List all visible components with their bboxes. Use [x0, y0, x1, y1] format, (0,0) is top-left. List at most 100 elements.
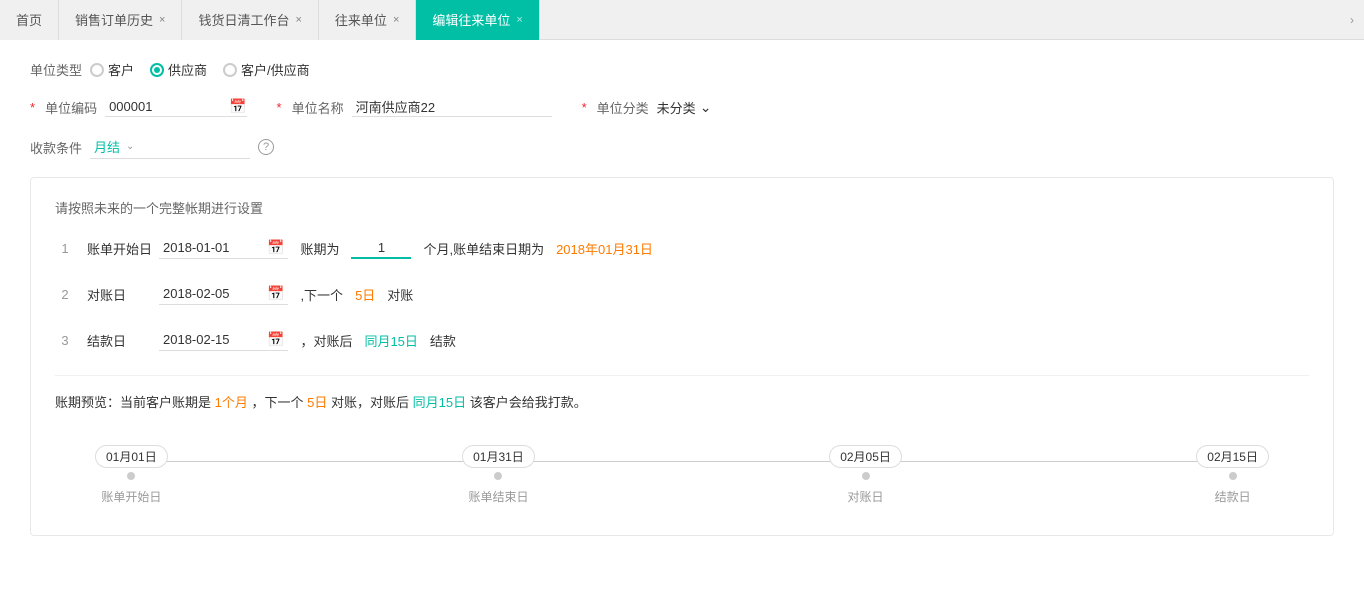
timeline-point-1: 01月01日 账单开始日: [95, 445, 168, 505]
unit-type-radio-group: 客户 供应商 客户/供应商: [90, 60, 310, 79]
config-row-2: 2 对账日 📅 ,下一个 5日 对账: [55, 283, 1309, 305]
tab-sales-history-label: 销售订单历史: [75, 10, 153, 29]
tab-sales-history-close[interactable]: ×: [159, 14, 165, 26]
config-row-2-num: 2: [55, 287, 75, 302]
radio-both-label: 客户/供应商: [241, 60, 310, 79]
main-content: 单位类型 客户 供应商 客户/供应商 * 单位编码: [0, 40, 1364, 608]
payment-condition-field: 收款条件 月结 ⌄ ?: [30, 135, 274, 159]
config-row-2-date-group: 📅: [159, 283, 288, 305]
preview-suffix: 该客户会给我打款。: [470, 395, 587, 410]
config-row-1-date-input[interactable]: [163, 240, 263, 255]
config-row-2-desc1: ,下一个: [300, 285, 343, 304]
payment-condition-row: 收款条件 月结 ⌄ ?: [30, 135, 1334, 159]
preview-mid2: 对账，对账后: [331, 395, 409, 410]
config-row-3-calendar-icon[interactable]: 📅: [267, 331, 284, 348]
tab-edit-units[interactable]: 编辑往来单位 ×: [416, 0, 539, 40]
config-row-2-type: 对账日: [87, 285, 147, 304]
config-row-3-date-group: 📅: [159, 329, 288, 351]
tabs-bar: 首页 销售订单历史 × 钱货日清工作台 × 往来单位 × 编辑往来单位 × ›: [0, 0, 1364, 40]
config-row-1-end-date: 2018年01月31日: [556, 239, 653, 258]
timeline-points: 01月01日 账单开始日 01月31日 账单结束日 02月05日 对账日: [95, 445, 1269, 505]
help-icon[interactable]: ?: [258, 139, 274, 155]
radio-supplier-label: 供应商: [168, 60, 207, 79]
config-row-2-calendar-icon[interactable]: 📅: [267, 285, 284, 302]
config-row-3-highlight: 同月15日: [364, 331, 417, 350]
months-input[interactable]: [351, 238, 411, 259]
tl-label-1: 账单开始日: [101, 488, 161, 505]
timeline-point-4: 02月15日 结款日: [1196, 445, 1269, 505]
unit-type-row: 单位类型 客户 供应商 客户/供应商: [30, 60, 1334, 79]
unit-code-field: * 单位编码 000001 📅: [30, 97, 247, 117]
tab-sales-history[interactable]: 销售订单历史 ×: [59, 0, 182, 40]
preview-highlight1: 1个月: [215, 395, 248, 410]
tl-dot-3: [862, 472, 870, 480]
radio-both[interactable]: 客户/供应商: [223, 60, 310, 79]
radio-supplier-circle: [150, 63, 164, 77]
unit-category-field: * 单位分类 未分类 ⌄: [582, 98, 712, 117]
config-row-1-desc-suffix: 个月,账单结束日期为: [423, 239, 544, 258]
tab-cashflow-label: 钱货日清工作台: [198, 10, 289, 29]
radio-customer-label: 客户: [108, 60, 134, 79]
config-section-title: 请按照未来的一个完整帐期进行设置: [55, 198, 1309, 217]
unit-type-label: 单位类型: [30, 60, 82, 79]
unit-category-select[interactable]: 未分类 ⌄: [657, 98, 712, 117]
unit-type-field: 单位类型 客户 供应商 客户/供应商: [30, 60, 310, 79]
config-row-3-date-input[interactable]: [163, 332, 263, 347]
tl-label-2: 账单结束日: [468, 488, 528, 505]
tl-badge-4: 02月15日: [1196, 445, 1269, 468]
config-row-3-desc1: ，对账后: [300, 331, 352, 350]
tab-cashflow-close[interactable]: ×: [295, 14, 301, 26]
payment-condition-chevron: ⌄: [126, 141, 134, 152]
unit-name-label: 单位名称: [292, 98, 344, 117]
config-row-1-num: 1: [55, 241, 75, 256]
config-row-3: 3 结款日 📅 ，对账后 同月15日 结款: [55, 329, 1309, 351]
config-row-2-highlight: 5日: [355, 285, 375, 304]
divider: [55, 375, 1309, 376]
tl-badge-3: 02月05日: [829, 445, 902, 468]
timeline-point-2: 01月31日 账单结束日: [462, 445, 535, 505]
config-row-3-desc2: 结款: [430, 331, 456, 350]
timeline-point-3: 02月05日 对账日: [829, 445, 902, 505]
unit-name-input[interactable]: 河南供应商22: [352, 97, 552, 117]
unit-name-field: * 单位名称 河南供应商22: [277, 97, 552, 117]
tab-home-label: 首页: [16, 10, 42, 29]
config-row-3-type: 结款日: [87, 331, 147, 350]
tl-dot-4: [1229, 472, 1237, 480]
unit-code-icon[interactable]: 📅: [229, 98, 246, 115]
unit-code-label: 单位编码: [45, 98, 97, 117]
tab-cashflow[interactable]: 钱货日清工作台 ×: [182, 0, 318, 40]
tab-units-close[interactable]: ×: [393, 14, 399, 26]
radio-both-circle: [223, 63, 237, 77]
radio-customer[interactable]: 客户: [90, 60, 134, 79]
unit-info-row: * 单位编码 000001 📅 * 单位名称 河南供应商22 * 单位分类 未分…: [30, 97, 1334, 117]
unit-code-required: *: [30, 100, 35, 115]
tl-dot-1: [127, 472, 135, 480]
unit-category-label: 单位分类: [597, 98, 649, 117]
config-row-3-num: 3: [55, 333, 75, 348]
tab-edit-units-close[interactable]: ×: [516, 14, 522, 26]
unit-category-required: *: [582, 100, 587, 115]
payment-condition-select[interactable]: 月结 ⌄: [90, 135, 250, 159]
tab-edit-units-label: 编辑往来单位: [432, 10, 510, 29]
category-chevron-icon: ⌄: [700, 99, 712, 116]
unit-name-required: *: [277, 100, 282, 115]
tab-home[interactable]: 首页: [0, 0, 59, 40]
tl-label-3: 对账日: [848, 488, 884, 505]
config-row-1-calendar-icon[interactable]: 📅: [267, 239, 284, 256]
tab-more-arrow[interactable]: ›: [1340, 13, 1364, 27]
tab-units-label: 往来单位: [335, 10, 387, 29]
radio-supplier[interactable]: 供应商: [150, 60, 207, 79]
config-row-1-desc-prefix: 账期为: [300, 239, 339, 258]
payment-condition-value: 月结: [94, 137, 120, 156]
payment-condition-label: 收款条件: [30, 138, 82, 157]
tl-dot-2: [494, 472, 502, 480]
config-row-2-date-input[interactable]: [163, 286, 263, 301]
tab-units[interactable]: 往来单位 ×: [319, 0, 416, 40]
timeline: 01月01日 账单开始日 01月31日 账单结束日 02月05日 对账日: [55, 435, 1309, 515]
preview-mid1: ，下一个: [252, 395, 304, 410]
config-row-2-desc2: 对账: [387, 285, 413, 304]
unit-code-input-group: 000001 📅: [105, 97, 246, 117]
preview-highlight2: 5日: [307, 395, 327, 410]
unit-code-input[interactable]: 000001: [105, 97, 225, 116]
tl-badge-1: 01月01日: [95, 445, 168, 468]
